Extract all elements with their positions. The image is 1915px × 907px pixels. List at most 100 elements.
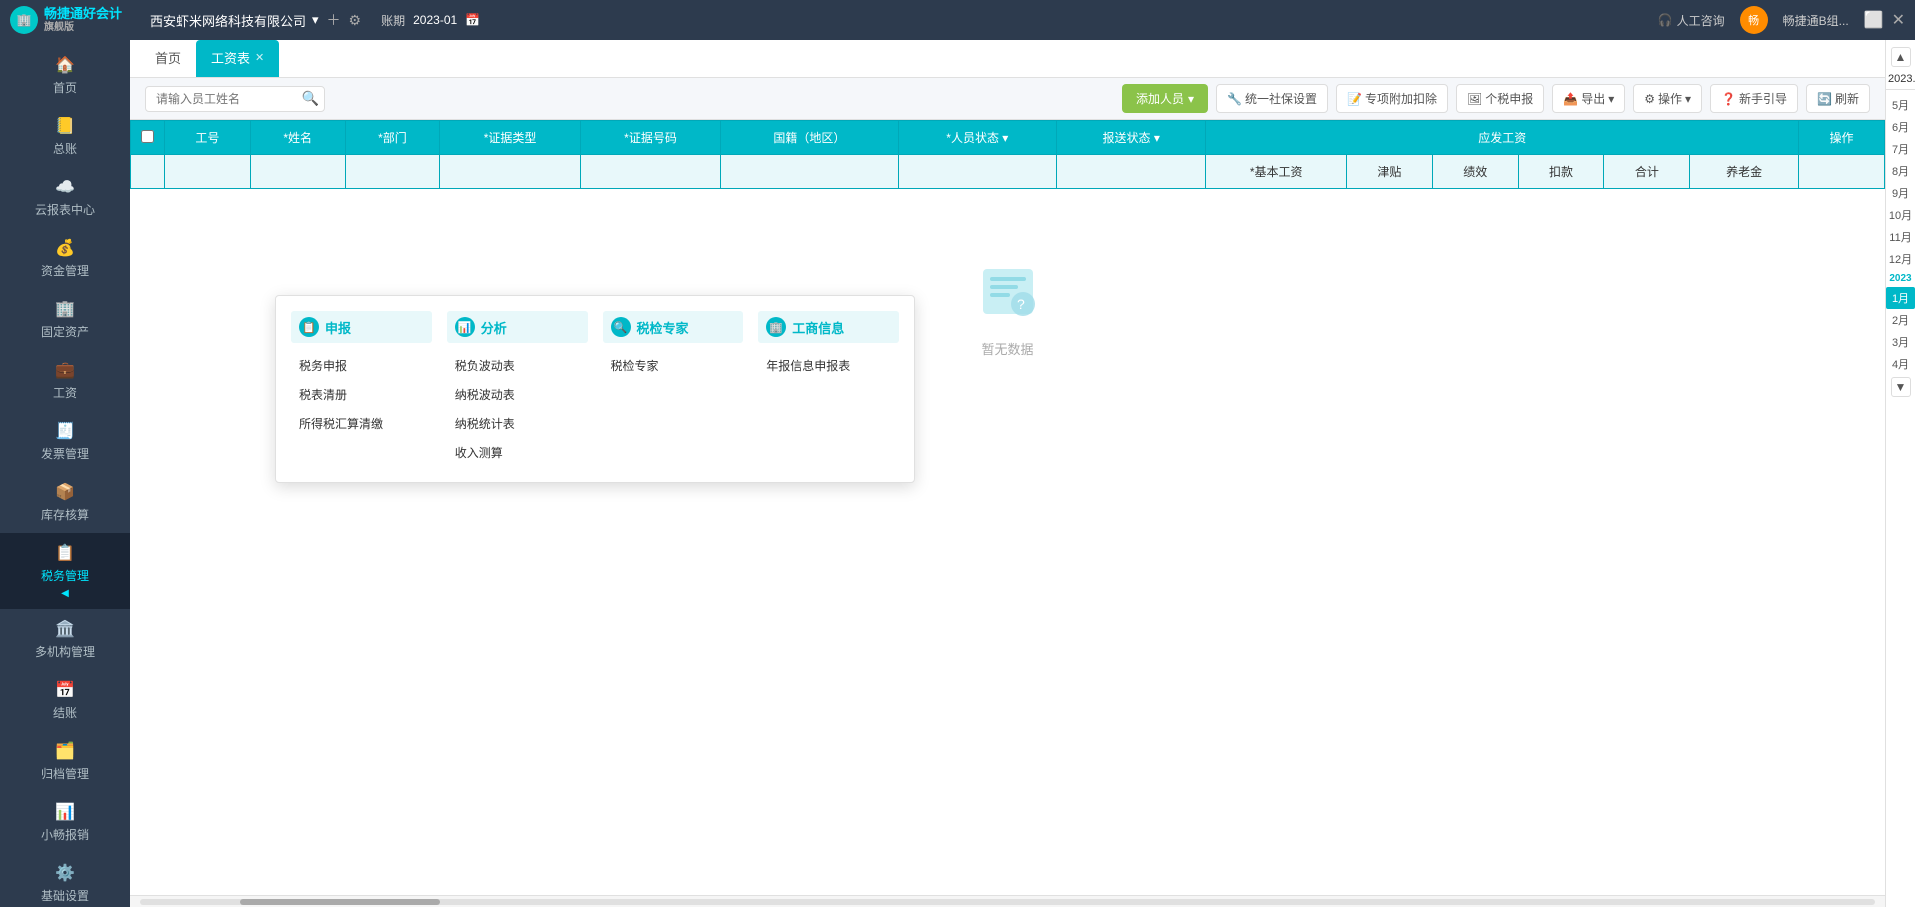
refresh-btn[interactable]: 🔄 刷新 [1806,84,1870,113]
tab-salary-table-close[interactable]: ✕ [255,51,264,64]
toolbar: 🔍 添加人员 ▾ 🔧 统一社保设置 📝 专项附加扣除 🖼 个税申报 📤 导出 [130,78,1885,120]
new-guide-btn[interactable]: ❓ 新手引导 [1710,84,1798,113]
company-selector[interactable]: 西安虾米网络科技有限公司 ▾ [150,11,319,30]
menu-tax-burden[interactable]: 税负波动表 [447,351,588,380]
search-input[interactable] [145,86,325,112]
menu-tax-table[interactable]: 税表清册 [291,380,432,409]
search-icon[interactable]: 🔍 [302,90,319,107]
sidebar-item-fund[interactable]: 💰 资金管理 [0,228,130,289]
month-3[interactable]: 3月 [1886,331,1915,353]
menu-tax-expert-item[interactable]: 税检专家 [603,351,744,380]
tab-home-label: 首页 [155,51,181,66]
month-10[interactable]: 10月 [1886,204,1915,226]
month-8[interactable]: 8月 [1886,160,1915,182]
menu-annual-report[interactable]: 年报信息申报表 [758,351,899,380]
multi-org-icon: 🏛️ [55,619,75,639]
col-region: 国籍（地区） [721,121,898,155]
sidebar-item-asset[interactable]: 🏢 固定资产 [0,289,130,350]
sidebar-item-basic[interactable]: ⚙️ 基础设置 [0,853,130,907]
tax-declaration-btn[interactable]: 🖼 个税申报 [1456,84,1544,113]
sub-col-empty5 [440,155,580,189]
sidebar-label-asset: 固定资产 [41,323,89,340]
dropdown-section-analysis: 📊 分析 税负波动表 纳税波动表 纳税统计表 收入测算 [447,311,588,467]
menu-tax-dynamic[interactable]: 纳税波动表 [447,380,588,409]
sidebar-item-multi-org[interactable]: 🏛️ 多机构管理 [0,609,130,670]
sidebar-item-invoice[interactable]: 🧾 发票管理 [0,411,130,472]
inventory-icon: 📦 [55,482,75,502]
dropdown-section-declaration-title: 📋 申报 [291,311,432,343]
settings-btn[interactable]: ⚙ [349,12,362,29]
select-all-checkbox[interactable] [141,130,154,143]
sidebar-item-cloud-report[interactable]: ☁️ 云报表中心 [0,167,130,228]
tab-home[interactable]: 首页 [140,40,196,77]
search-wrap: 🔍 [145,86,325,112]
sidebar-label-report: 小畅报销 [41,826,89,843]
sub-col-empty2 [165,155,251,189]
menu-tax-report[interactable]: 税务申报 [291,351,432,380]
sub-col-empty4 [345,155,440,189]
special-deduction-btn[interactable]: 📝 专项附加扣除 [1336,84,1448,113]
menu-income-calc[interactable]: 所得税汇算清缴 [291,409,432,438]
export-dropdown-icon: ▾ [1608,92,1614,106]
tab-salary-table[interactable]: 工资表 ✕ [196,40,279,77]
month-9[interactable]: 9月 [1886,182,1915,204]
asset-icon: 🏢 [55,299,75,319]
panel-down-btn[interactable]: ▼ [1891,377,1911,397]
sub-col-empty8 [898,155,1056,189]
month-12[interactable]: 12月 [1886,248,1915,270]
sidebar-item-inventory[interactable]: 📦 库存核算 [0,472,130,533]
year-2023-label: 2023 [1886,270,1915,287]
sidebar-item-archive[interactable]: 🗂️ 归档管理 [0,731,130,792]
sidebar-label-archive: 归档管理 [41,765,89,782]
sidebar-item-home[interactable]: 🏠 首页 [0,45,130,106]
month-11[interactable]: 11月 [1886,226,1915,248]
data-table: 工号 *姓名 *部门 *证据类型 *证据号码 国籍（地区） *人员状态 ▾ 报送… [130,120,1885,189]
sub-col-pension: 养老金 [1690,155,1799,189]
app-edition: 旗舰版 [44,22,122,34]
add-person-dropdown-icon: ▾ [1188,92,1194,106]
month-4[interactable]: 4月 [1886,353,1915,375]
export-label: 导出 [1581,90,1605,107]
month-5[interactable]: 5月 [1886,94,1915,116]
content-area: 首页 工资表 ✕ 🔍 添加人员 ▾ 🔧 统一社保设置 📝 [130,40,1885,907]
month-6[interactable]: 6月 [1886,116,1915,138]
operation-btn[interactable]: ⚙ 操作 ▾ [1633,84,1702,113]
month-7[interactable]: 7月 [1886,138,1915,160]
menu-income-calc2[interactable]: 收入测算 [447,438,588,467]
sidebar-item-period-end[interactable]: 📅 结账 [0,670,130,731]
social-security-btn[interactable]: 🔧 统一社保设置 [1216,84,1328,113]
window-restore-btn[interactable]: ⬜ [1864,10,1884,30]
add-person-button[interactable]: 添加人员 ▾ [1122,84,1208,113]
add-company-btn[interactable]: ＋ [327,10,341,30]
scroll-thumb[interactable] [240,899,440,905]
sidebar-label-basic: 基础设置 [41,887,89,904]
company-name: 西安虾米网络科技有限公司 [150,11,306,30]
sub-col-deduction: 扣款 [1518,155,1604,189]
period-info: 账期 2023-01 📅 [381,12,480,29]
month-2[interactable]: 2月 [1886,309,1915,331]
sidebar-item-salary[interactable]: 💼 工资 [0,350,130,411]
window-close-btn[interactable]: ✕ [1892,10,1905,30]
company-dropdown-icon[interactable]: ▾ [312,12,319,28]
sidebar-item-tax[interactable]: 📋 税务管理 ◀ [0,533,130,609]
report-status-filter-icon[interactable]: ▾ [1154,131,1160,145]
tax-icon: 📋 [55,543,75,563]
user-name[interactable]: 畅捷通B组... [1783,12,1849,29]
svg-text:?: ? [1017,296,1025,312]
col-checkbox[interactable] [131,121,165,155]
sidebar-label-fund: 资金管理 [41,262,89,279]
col-department: *部门 [345,121,440,155]
month-1[interactable]: 1月 [1886,287,1915,309]
panel-up-btn[interactable]: ▲ [1891,47,1911,67]
new-guide-icon: ❓ [1721,92,1736,106]
tax-declaration-icon: 🖼 [1467,92,1482,106]
customer-service-btn[interactable]: 🎧 人工咨询 [1658,12,1725,29]
menu-tax-stat[interactable]: 纳税统计表 [447,409,588,438]
col-wages-group: 应发工资 [1206,121,1799,155]
export-btn[interactable]: 📤 导出 ▾ [1552,84,1625,113]
calendar-icon[interactable]: 📅 [465,13,480,27]
sidebar-item-ledger[interactable]: 📒 总账 [0,106,130,167]
status-filter-icon[interactable]: ▾ [1002,131,1008,145]
scroll-track[interactable] [140,899,1875,905]
sidebar-item-report[interactable]: 📊 小畅报销 [0,792,130,853]
